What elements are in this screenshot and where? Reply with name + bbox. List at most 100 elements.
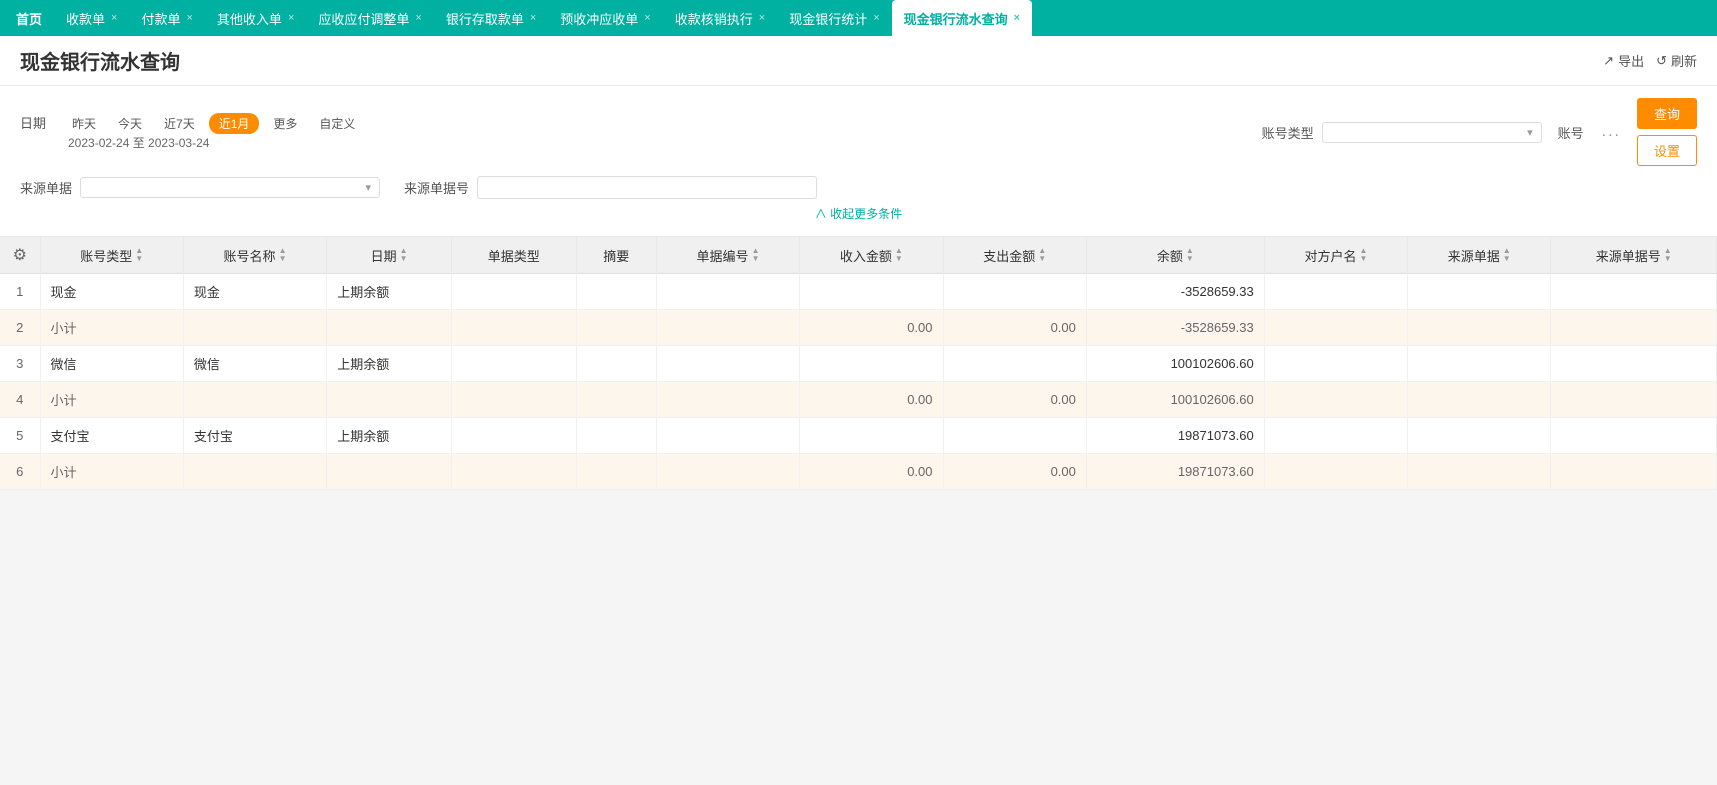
th-doc-no[interactable]: 单据编号 ▲▼ xyxy=(656,237,799,274)
nav-item-prepay[interactable]: 预收冲应收单 × xyxy=(548,0,662,36)
cell-source-doc-no xyxy=(1551,274,1717,310)
th-source-doc-no[interactable]: 来源单据号 ▲▼ xyxy=(1551,237,1717,274)
cell-doc-no xyxy=(656,454,799,490)
date-label: 日期 xyxy=(20,113,56,132)
cell-doc-no xyxy=(656,346,799,382)
nav-receipt-close[interactable]: × xyxy=(111,12,117,24)
cell-summary xyxy=(576,310,656,346)
th-balance[interactable]: 余额 ▲▼ xyxy=(1086,237,1264,274)
nav-item-cash-stat[interactable]: 现金银行统计 × xyxy=(777,0,891,36)
nav-verify-close[interactable]: × xyxy=(759,12,765,24)
table-row[interactable]: 3微信微信上期余额100102606.60 xyxy=(0,346,1717,382)
sort-arrows-counterparty: ▲▼ xyxy=(1359,247,1367,263)
account-type-label: 账号类型 xyxy=(1262,123,1314,142)
table-row[interactable]: 1现金现金上期余额-3528659.33 xyxy=(0,274,1717,310)
nav-prepay-close[interactable]: × xyxy=(644,12,650,24)
cell-income: 0.00 xyxy=(800,310,943,346)
filter-row-1: 日期 昨天 今天 近7天 近1月 更多 自定义 2023-02-24 至 202… xyxy=(20,98,1697,166)
nav-item-verify[interactable]: 收款核销执行 × xyxy=(663,0,777,36)
cell-doc-type xyxy=(451,418,576,454)
cell-summary xyxy=(576,418,656,454)
cell-doc-type xyxy=(451,346,576,382)
date-filter-group: 日期 昨天 今天 近7天 近1月 更多 自定义 2023-02-24 至 202… xyxy=(20,113,363,151)
nav-item-receipt[interactable]: 收款单 × xyxy=(54,0,129,36)
filter-area: 日期 昨天 今天 近7天 近1月 更多 自定义 2023-02-24 至 202… xyxy=(0,86,1717,237)
cell-source-doc-no xyxy=(1551,310,1717,346)
nav-item-bank-deposit[interactable]: 银行存取款单 × xyxy=(434,0,548,36)
th-source-doc[interactable]: 来源单据 ▲▼ xyxy=(1408,237,1551,274)
source-doc-select[interactable]: ▾ xyxy=(80,177,380,198)
date-shortcuts: 昨天 今天 近7天 近1月 更多 自定义 xyxy=(64,113,363,134)
date-7days[interactable]: 近7天 xyxy=(156,113,203,134)
th-account-name[interactable]: 账号名称 ▲▼ xyxy=(183,237,326,274)
sort-arrows-date: ▲▼ xyxy=(400,247,408,263)
th-summary[interactable]: 摘要 xyxy=(576,237,656,274)
nav-payment-close[interactable]: × xyxy=(186,12,192,24)
source-doc-filter-group: 来源单据 ▾ xyxy=(20,177,380,198)
date-yesterday[interactable]: 昨天 xyxy=(64,113,104,134)
cell-summary xyxy=(576,274,656,310)
table-row[interactable]: 5支付宝支付宝上期余额19871073.60 xyxy=(0,418,1717,454)
cell-doc-no xyxy=(656,310,799,346)
date-today[interactable]: 今天 xyxy=(110,113,150,134)
source-doc-arrow: ▾ xyxy=(365,181,371,194)
top-nav: 首页 收款单 × 付款单 × 其他收入单 × 应收应付调整单 × 银行存取款单 … xyxy=(0,0,1717,36)
refresh-button[interactable]: ↺ 刷新 xyxy=(1656,51,1697,70)
nav-prepay-label: 预收冲应收单 xyxy=(560,9,638,28)
cell-account-type: 现金 xyxy=(40,274,183,310)
nav-other-income-close[interactable]: × xyxy=(288,12,294,24)
table-container: ⚙ 账号类型 ▲▼ 账号名称 ▲▼ 日期 xyxy=(0,237,1717,490)
gear-icon[interactable]: ⚙ xyxy=(13,247,27,264)
cell-source-doc xyxy=(1408,382,1551,418)
table-row[interactable]: 4小计0.000.00100102606.60 xyxy=(0,382,1717,418)
nav-item-payment[interactable]: 付款单 × xyxy=(129,0,204,36)
th-gear[interactable]: ⚙ xyxy=(0,237,40,274)
cell-date xyxy=(327,310,452,346)
account-type-select[interactable]: ▾ xyxy=(1322,122,1542,143)
settings-button[interactable]: 设置 xyxy=(1637,135,1697,166)
export-icon: ↗ xyxy=(1603,53,1614,69)
header-actions: ↗ 导出 ↺ 刷新 xyxy=(1603,51,1697,70)
account-type-filter-group: 账号类型 ▾ xyxy=(1262,122,1542,143)
cell-account-name: 微信 xyxy=(183,346,326,382)
table-body: 1现金现金上期余额-3528659.332小计0.000.00-3528659.… xyxy=(0,274,1717,490)
nav-item-adjustment[interactable]: 应收应付调整单 × xyxy=(306,0,433,36)
th-date[interactable]: 日期 ▲▼ xyxy=(327,237,452,274)
cell-account-name: 支付宝 xyxy=(183,418,326,454)
nav-cash-flow-close[interactable]: × xyxy=(1014,12,1020,24)
cell-income: 0.00 xyxy=(800,454,943,490)
nav-item-home[interactable]: 首页 xyxy=(4,0,54,36)
cell-counterparty xyxy=(1264,274,1407,310)
nav-item-other-income[interactable]: 其他收入单 × xyxy=(205,0,306,36)
th-income[interactable]: 收入金额 ▲▼ xyxy=(800,237,943,274)
th-counterparty[interactable]: 对方户名 ▲▼ xyxy=(1264,237,1407,274)
table-row[interactable]: 6小计0.000.0019871073.60 xyxy=(0,454,1717,490)
cell-account-name xyxy=(183,310,326,346)
cell-expense xyxy=(943,346,1086,382)
nav-home-label: 首页 xyxy=(16,9,42,28)
date-1month[interactable]: 近1月 xyxy=(209,113,260,134)
export-button[interactable]: ↗ 导出 xyxy=(1603,51,1644,70)
source-doc-num-input[interactable] xyxy=(477,176,817,199)
cell-source-doc-no xyxy=(1551,346,1717,382)
account-dots[interactable]: ... xyxy=(1602,123,1621,141)
th-doc-type[interactable]: 单据类型 xyxy=(451,237,576,274)
table-row[interactable]: 2小计0.000.00-3528659.33 xyxy=(0,310,1717,346)
cell-date: 上期余额 xyxy=(327,274,452,310)
cell-income xyxy=(800,274,943,310)
account-type-arrow: ▾ xyxy=(1527,126,1533,139)
nav-adjustment-close[interactable]: × xyxy=(415,12,421,24)
query-button[interactable]: 查询 xyxy=(1637,98,1697,129)
th-account-type[interactable]: 账号类型 ▲▼ xyxy=(40,237,183,274)
th-expense[interactable]: 支出金额 ▲▼ xyxy=(943,237,1086,274)
source-doc-num-label: 来源单据号 xyxy=(404,178,469,197)
nav-bank-deposit-close[interactable]: × xyxy=(530,12,536,24)
date-more[interactable]: 更多 xyxy=(265,113,305,134)
nav-cash-stat-close[interactable]: × xyxy=(873,12,879,24)
nav-item-cash-flow[interactable]: 现金银行流水查询 × xyxy=(892,0,1032,36)
account-filter-group: 账号 ... xyxy=(1558,123,1621,142)
date-custom[interactable]: 自定义 xyxy=(311,113,363,134)
collapse-bar[interactable]: ∧ 收起更多条件 xyxy=(20,199,1697,224)
cell-num: 1 xyxy=(0,274,40,310)
nav-bank-deposit-label: 银行存取款单 xyxy=(446,9,524,28)
